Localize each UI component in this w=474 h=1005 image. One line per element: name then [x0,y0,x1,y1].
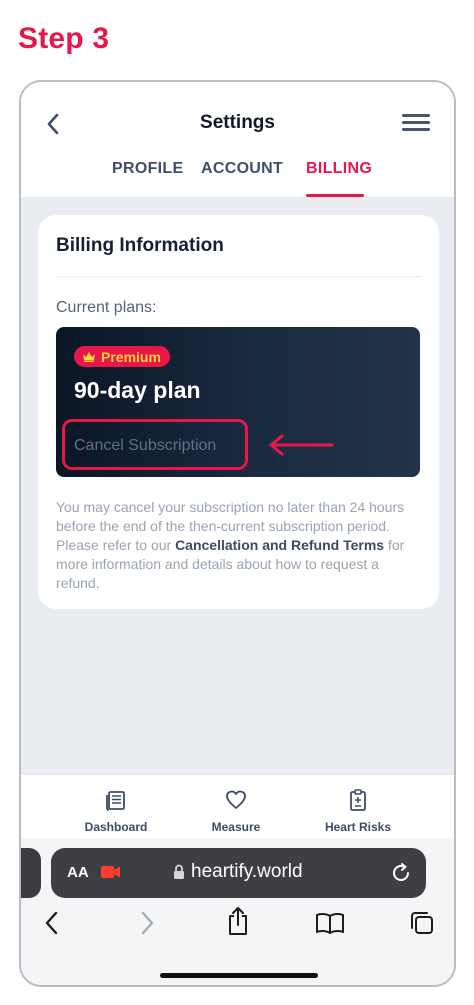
premium-label: Premium [101,348,161,365]
premium-badge: Premium [74,346,170,367]
plan-card: Premium 90-day plan Cancel Subscription [56,327,420,477]
previous-tab-preview[interactable] [21,848,41,898]
home-indicator [160,973,318,978]
heart-icon [226,790,246,809]
arrow-left-icon [269,434,334,456]
step-title: Step 3 [18,22,110,55]
share-icon[interactable] [226,906,250,936]
crown-icon [82,351,96,362]
nav-measure-label: Measure [211,820,261,834]
tab-profile[interactable]: PROFILE [112,160,183,178]
cancel-subscription-button[interactable]: Cancel Subscription [74,437,216,455]
nav-heart-risks[interactable]: Heart Risks [308,789,408,834]
plan-name: 90-day plan [74,377,201,403]
divider [56,276,421,277]
current-plans-label: Current plans: [56,299,157,316]
refund-terms-link[interactable]: Cancellation and Refund Terms [175,537,384,553]
nav-heart-risks-label: Heart Risks [324,820,392,834]
text-size-button[interactable]: AA [67,864,89,881]
tab-account[interactable]: ACCOUNT [201,160,283,178]
bottom-nav: Dashboard Measure Heart Risks [21,774,454,838]
lock-icon [174,864,184,879]
page-title: Settings [200,112,275,133]
address-bar[interactable]: AA heartify.world [51,848,426,898]
tabs-icon[interactable] [409,910,435,936]
billing-title: Billing Information [56,235,224,256]
clipboard-icon [350,789,366,811]
browser-forward-icon[interactable] [138,910,156,936]
url-text[interactable]: heartify.world [191,861,303,883]
nav-measure[interactable]: Measure [186,789,286,834]
phone-frame: Settings PROFILE ACCOUNT BILLING Billing… [19,80,456,987]
tab-billing[interactable]: BILLING [306,160,372,178]
hamburger-menu-icon[interactable] [402,114,430,132]
cancellation-note: You may cancel your subscription no late… [56,498,422,593]
billing-card: Billing Information Current plans: Premi… [38,215,439,609]
browser-back-icon[interactable] [43,910,61,936]
nav-dashboard-label: Dashboard [84,820,148,834]
tab-bar: PROFILE ACCOUNT BILLING [21,160,454,198]
reload-icon[interactable] [390,862,412,884]
nav-dashboard[interactable]: Dashboard [66,789,166,834]
bookmarks-icon[interactable] [315,912,345,934]
browser-chrome: AA heartify.world [21,838,454,985]
dashboard-icon [106,791,125,811]
camera-icon[interactable] [101,865,121,879]
app-header: Settings PROFILE ACCOUNT BILLING [21,82,454,198]
active-tab-indicator [306,194,364,197]
